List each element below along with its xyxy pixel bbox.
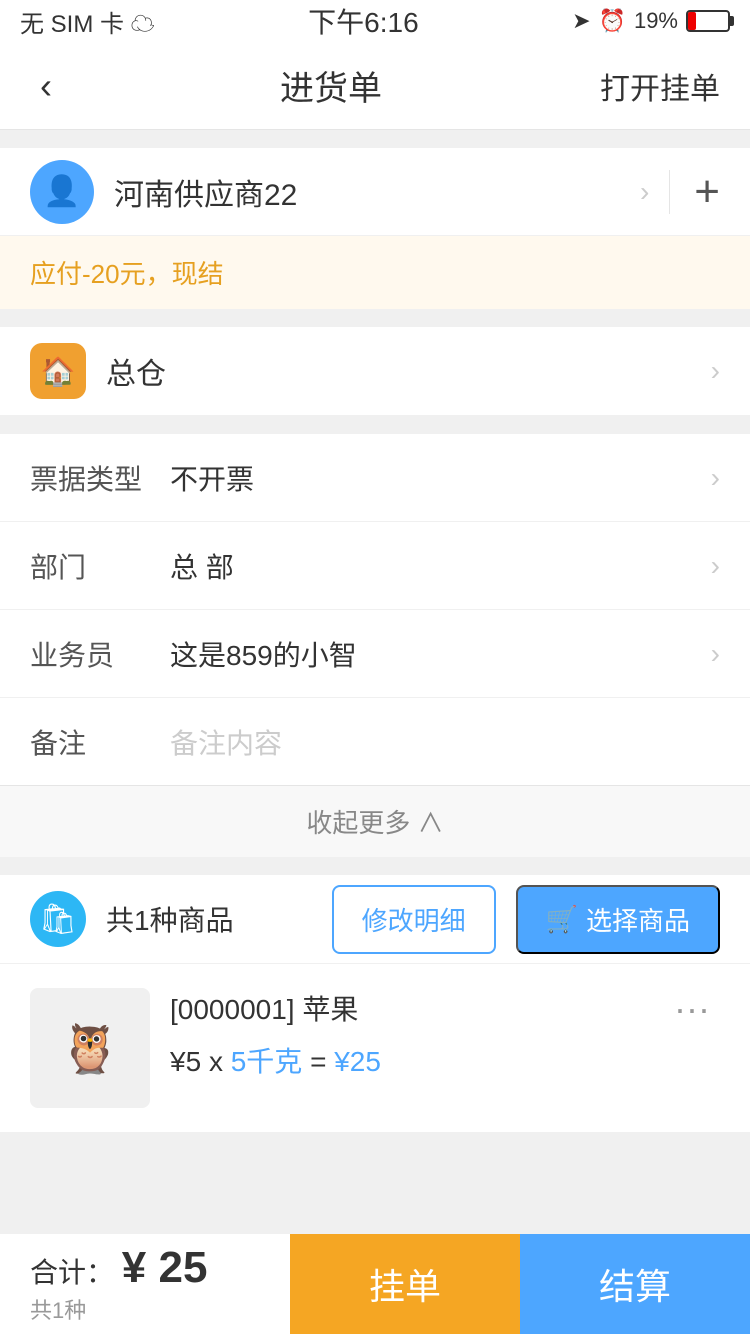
supplier-section: 👤 河南供应商22 › + 应付-20元，现结 — [0, 148, 750, 309]
invoice-chevron-icon: › — [711, 462, 720, 494]
sim-status: 无 SIM 卡 ☁ — [20, 4, 155, 39]
warehouse-chevron-icon: › — [711, 355, 720, 387]
warehouse-icon: 🏠 — [30, 343, 86, 399]
product-total: ¥25 — [334, 1046, 381, 1077]
summary-count: 共1种 — [30, 1293, 260, 1325]
status-time: 下午6:16 — [308, 1, 419, 41]
products-header: 🛍 共1种商品 修改明细 🛒 选择商品 — [0, 875, 750, 963]
hang-button[interactable]: 挂单 — [290, 1234, 520, 1334]
alarm-icon: ⏰ — [599, 8, 626, 34]
select-product-icon: 🛒 — [546, 904, 578, 935]
battery-fill — [688, 12, 696, 30]
dept-row[interactable]: 部门 总 部 › — [0, 521, 750, 609]
cart-icon: 🛍 — [39, 902, 77, 937]
summary-amount: ¥ 25 — [122, 1243, 208, 1292]
form-section: 票据类型 不开票 › 部门 总 部 › 业务员 这是859的小智 › 备注 备注… — [0, 433, 750, 785]
supplier-chevron-icon: › — [640, 176, 649, 208]
section-gap-2 — [0, 309, 750, 327]
product-price: ¥5 x 5千克 = ¥25 — [170, 1040, 644, 1080]
select-product-button[interactable]: 🛒 选择商品 — [516, 885, 720, 954]
product-item: 🦉 [0000001] 苹果 ¥5 x 5千克 = ¥25 ··· — [0, 963, 750, 1132]
warehouse-section: 🏠 总仓 › — [0, 327, 750, 415]
equals-sign: = — [310, 1046, 334, 1077]
checkout-button[interactable]: 结算 — [520, 1234, 750, 1334]
status-right: ➤ ⏰ 19% — [572, 8, 730, 34]
select-product-label: 选择商品 — [586, 901, 690, 938]
edit-detail-button[interactable]: 修改明细 — [332, 885, 496, 954]
product-title: 苹果 — [302, 994, 358, 1025]
add-supplier-button[interactable]: + — [669, 170, 720, 214]
location-icon: ➤ — [572, 8, 590, 34]
supplier-name: 河南供应商22 — [114, 170, 640, 214]
product-qty: 5千克 — [231, 1046, 303, 1077]
summary-label: 合计： — [30, 1257, 114, 1288]
sales-value: 这是859的小智 — [170, 634, 711, 674]
dept-label: 部门 — [30, 546, 170, 586]
sales-chevron-icon: › — [711, 638, 720, 670]
section-gap-1 — [0, 130, 750, 148]
product-name: [0000001] 苹果 — [170, 988, 644, 1028]
footer-actions: 合计： ¥ 25 共1种 挂单 结算 — [0, 1234, 750, 1334]
invoice-label: 票据类型 — [30, 458, 170, 498]
unit-price: ¥5 — [170, 1046, 201, 1077]
supplier-row[interactable]: 👤 河南供应商22 › + — [0, 148, 750, 236]
supplier-avatar: 👤 — [30, 160, 94, 224]
hang-label: 挂单 — [369, 1258, 441, 1310]
products-count: 共1种商品 — [106, 899, 312, 939]
warehouse-row[interactable]: 🏠 总仓 › — [0, 327, 750, 415]
invoice-row[interactable]: 票据类型 不开票 › — [0, 433, 750, 521]
open-pending-button[interactable]: 打开挂单 — [600, 64, 720, 108]
product-code: [0000001] — [170, 994, 295, 1025]
remark-label: 备注 — [30, 722, 170, 762]
products-icon: 🛍 — [30, 891, 86, 947]
owl-icon: 🦉 — [60, 1020, 120, 1077]
price-separator: x — [209, 1046, 231, 1077]
remark-placeholder: 备注内容 — [170, 722, 720, 762]
checkout-label: 结算 — [599, 1258, 671, 1310]
sales-row[interactable]: 业务员 这是859的小智 › — [0, 609, 750, 697]
footer-summary: 合计： ¥ 25 共1种 — [0, 1234, 290, 1334]
summary-total: 合计： ¥ 25 — [30, 1243, 260, 1293]
product-thumbnail: 🦉 — [30, 988, 150, 1108]
invoice-value: 不开票 — [170, 458, 711, 498]
battery-icon — [686, 10, 730, 32]
battery-percent: 19% — [634, 8, 678, 34]
product-more-button[interactable]: ··· — [664, 988, 720, 1030]
collapse-bar[interactable]: 收起更多 ∧ — [0, 785, 750, 857]
collapse-label: 收起更多 ∧ — [306, 803, 443, 840]
back-button[interactable]: ‹ — [30, 55, 62, 117]
page-title: 进货单 — [280, 61, 382, 110]
avatar-icon: 👤 — [43, 174, 80, 209]
status-bar: 无 SIM 卡 ☁ 下午6:16 ➤ ⏰ 19% — [0, 0, 750, 42]
status-left: 无 SIM 卡 ☁ — [20, 4, 155, 39]
warehouse-name: 总仓 — [106, 349, 711, 393]
dept-chevron-icon: › — [711, 550, 720, 582]
remark-row[interactable]: 备注 备注内容 — [0, 697, 750, 785]
info-banner: 应付-20元，现结 — [0, 236, 750, 309]
product-info: [0000001] 苹果 ¥5 x 5千克 = ¥25 — [170, 988, 644, 1080]
dept-value: 总 部 — [170, 546, 711, 586]
section-gap-3 — [0, 415, 750, 433]
sales-label: 业务员 — [30, 634, 170, 674]
section-gap-4 — [0, 857, 750, 875]
nav-bar: ‹ 进货单 打开挂单 — [0, 42, 750, 130]
